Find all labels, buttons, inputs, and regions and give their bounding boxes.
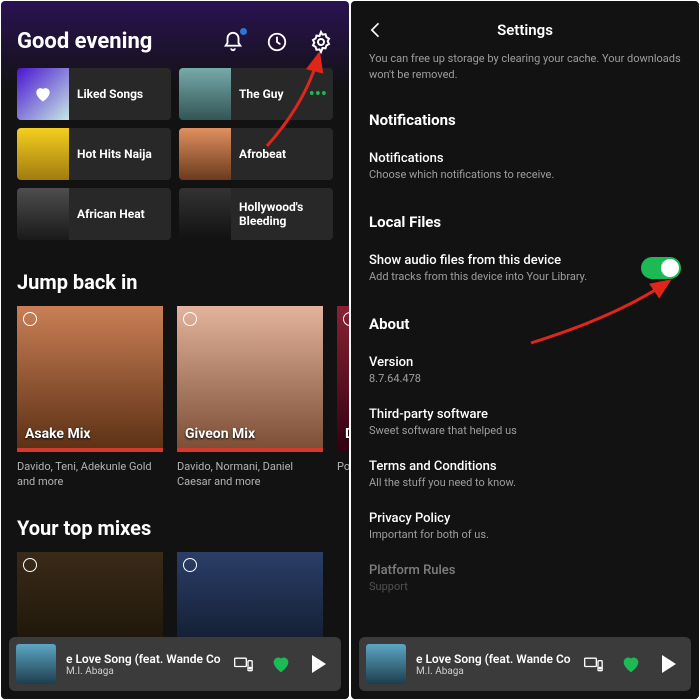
section-your-top-mixes: Your top mixes — [1, 490, 349, 552]
row-notifications[interactable]: Notifications Choose which notifications… — [369, 143, 681, 185]
devices-icon[interactable] — [231, 652, 255, 676]
card-subtitle: Davido, Normani, Daniel Caesar and more — [177, 452, 323, 490]
greeting-text: Good evening — [17, 29, 152, 54]
spotify-logo-icon — [183, 312, 197, 326]
shortcut-grid: Liked Songs The Guy ••• Hot Hits Naija A… — [1, 64, 349, 244]
home-header: Good evening — [1, 1, 349, 64]
card-giveon-mix[interactable]: Giveon Mix Davido, Normani, Daniel Caesa… — [177, 306, 323, 490]
play-icon[interactable] — [657, 652, 681, 676]
mini-player-title: e Love Song (feat. Wande Coal) — [416, 652, 571, 666]
row-version[interactable]: Version 8.7.64.478 — [369, 347, 681, 389]
row-desc: Support — [369, 578, 455, 593]
home-screen: Good evening Liked Songs — [1, 1, 349, 699]
mini-player[interactable]: e Love Song (feat. Wande Coal) M.I. Abag… — [9, 637, 341, 691]
tile-hollywoods-bleeding[interactable]: Hollywood's Bleeding — [179, 188, 333, 240]
tile-hot-hits[interactable]: Hot Hits Naija — [17, 128, 171, 180]
section-jump-back-in: Jump back in — [1, 244, 349, 306]
mini-player-controls — [231, 652, 331, 676]
tile-african-heat[interactable]: African Heat — [17, 188, 171, 240]
row-label: Platform Rules — [369, 563, 455, 578]
tile-label: The Guy — [231, 87, 309, 101]
spotify-logo-icon — [343, 312, 349, 326]
notification-dot-icon — [240, 28, 247, 35]
category-about: About — [369, 315, 681, 333]
spotify-logo-icon — [23, 312, 37, 326]
mini-player-info: e Love Song (feat. Wande Coal) M.I. Abag… — [66, 652, 221, 677]
settings-screen: Settings You can free up storage by clea… — [351, 1, 699, 699]
card-subtitle: Post Brow — [337, 452, 349, 475]
devices-icon[interactable] — [581, 652, 605, 676]
tile-label: Hot Hits Naija — [69, 147, 171, 161]
card-cover: Giveon Mix — [177, 306, 323, 452]
settings-header: Settings — [351, 1, 699, 51]
accent-bar — [17, 448, 163, 452]
settings-body[interactable]: You can free up storage by clearing your… — [351, 51, 699, 597]
card-subtitle: Davido, Teni, Adekunle Gold and more — [17, 452, 163, 490]
mini-player-artist: M.I. Abaga — [66, 666, 221, 677]
jump-back-row[interactable]: Asake Mix Davido, Teni, Adekunle Gold an… — [1, 306, 349, 490]
card-title: Giveon Mix — [185, 426, 255, 442]
card-title: Asake Mix — [25, 426, 91, 442]
tile-label: Afrobeat — [231, 147, 333, 161]
row-platform-rules[interactable]: Platform Rules Support — [369, 555, 681, 597]
tile-label: African Heat — [69, 207, 171, 221]
mini-player-controls — [581, 652, 681, 676]
row-desc: Add tracks from this device into Your Li… — [369, 268, 587, 283]
mini-player-artist: M.I. Abaga — [416, 666, 571, 677]
history-icon[interactable] — [265, 30, 289, 54]
tile-art — [179, 68, 231, 120]
row-label: Version — [369, 355, 421, 370]
category-local-files: Local Files — [369, 213, 681, 231]
card-cover: D — [337, 306, 349, 452]
mini-player-title: e Love Song (feat. Wande Coal) — [66, 652, 221, 666]
tile-label: Liked Songs — [69, 87, 171, 101]
row-label: Notifications — [369, 151, 554, 166]
spotify-logo-icon — [23, 558, 37, 572]
row-desc: Important for both of us. — [369, 526, 489, 541]
back-arrow-icon[interactable] — [365, 19, 387, 41]
header-icons — [221, 30, 333, 54]
tile-art — [179, 188, 231, 240]
row-desc: Sweet software that helped us — [369, 422, 517, 437]
heart-icon[interactable] — [269, 652, 293, 676]
mini-player-art — [16, 644, 56, 684]
bell-icon[interactable] — [221, 30, 245, 54]
mini-player-art — [366, 644, 406, 684]
tile-liked-songs[interactable]: Liked Songs — [17, 68, 171, 120]
local-files-toggle[interactable] — [641, 257, 681, 279]
card-partial[interactable]: D Post Brow — [337, 306, 349, 490]
accent-bar — [177, 448, 323, 452]
tile-label: Hollywood's Bleeding — [231, 200, 333, 229]
mini-player[interactable]: e Love Song (feat. Wande Coal) M.I. Abag… — [359, 637, 691, 691]
settings-title: Settings — [387, 21, 685, 39]
row-terms[interactable]: Terms and Conditions All the stuff you n… — [369, 451, 681, 493]
gear-icon[interactable] — [309, 30, 333, 54]
liked-songs-art — [17, 68, 69, 120]
row-desc: 8.7.64.478 — [369, 370, 421, 385]
more-icon[interactable]: ••• — [309, 84, 333, 105]
row-label: Show audio files from this device — [369, 253, 587, 268]
tile-art — [179, 128, 231, 180]
tile-the-guy[interactable]: The Guy ••• — [179, 68, 333, 120]
row-privacy[interactable]: Privacy Policy Important for both of us. — [369, 503, 681, 545]
row-label: Privacy Policy — [369, 511, 489, 526]
spotify-logo-icon — [183, 558, 197, 572]
tile-art — [17, 128, 69, 180]
card-cover: Asake Mix — [17, 306, 163, 452]
tile-art — [17, 188, 69, 240]
mini-player-info: e Love Song (feat. Wande Coal) M.I. Abag… — [416, 652, 571, 677]
row-desc: Choose which notifications to receive. — [369, 166, 554, 181]
card-asake-mix[interactable]: Asake Mix Davido, Teni, Adekunle Gold an… — [17, 306, 163, 490]
play-icon[interactable] — [307, 652, 331, 676]
card-title: D — [345, 426, 349, 442]
row-show-audio-files[interactable]: Show audio files from this device Add tr… — [369, 245, 681, 287]
storage-hint: You can free up storage by clearing your… — [369, 51, 681, 83]
row-desc: All the stuff you need to know. — [369, 474, 516, 489]
tile-afrobeat[interactable]: Afrobeat — [179, 128, 333, 180]
heart-icon[interactable] — [619, 652, 643, 676]
row-label: Terms and Conditions — [369, 459, 516, 474]
row-third-party[interactable]: Third-party software Sweet software that… — [369, 399, 681, 441]
category-notifications: Notifications — [369, 111, 681, 129]
row-label: Third-party software — [369, 407, 517, 422]
